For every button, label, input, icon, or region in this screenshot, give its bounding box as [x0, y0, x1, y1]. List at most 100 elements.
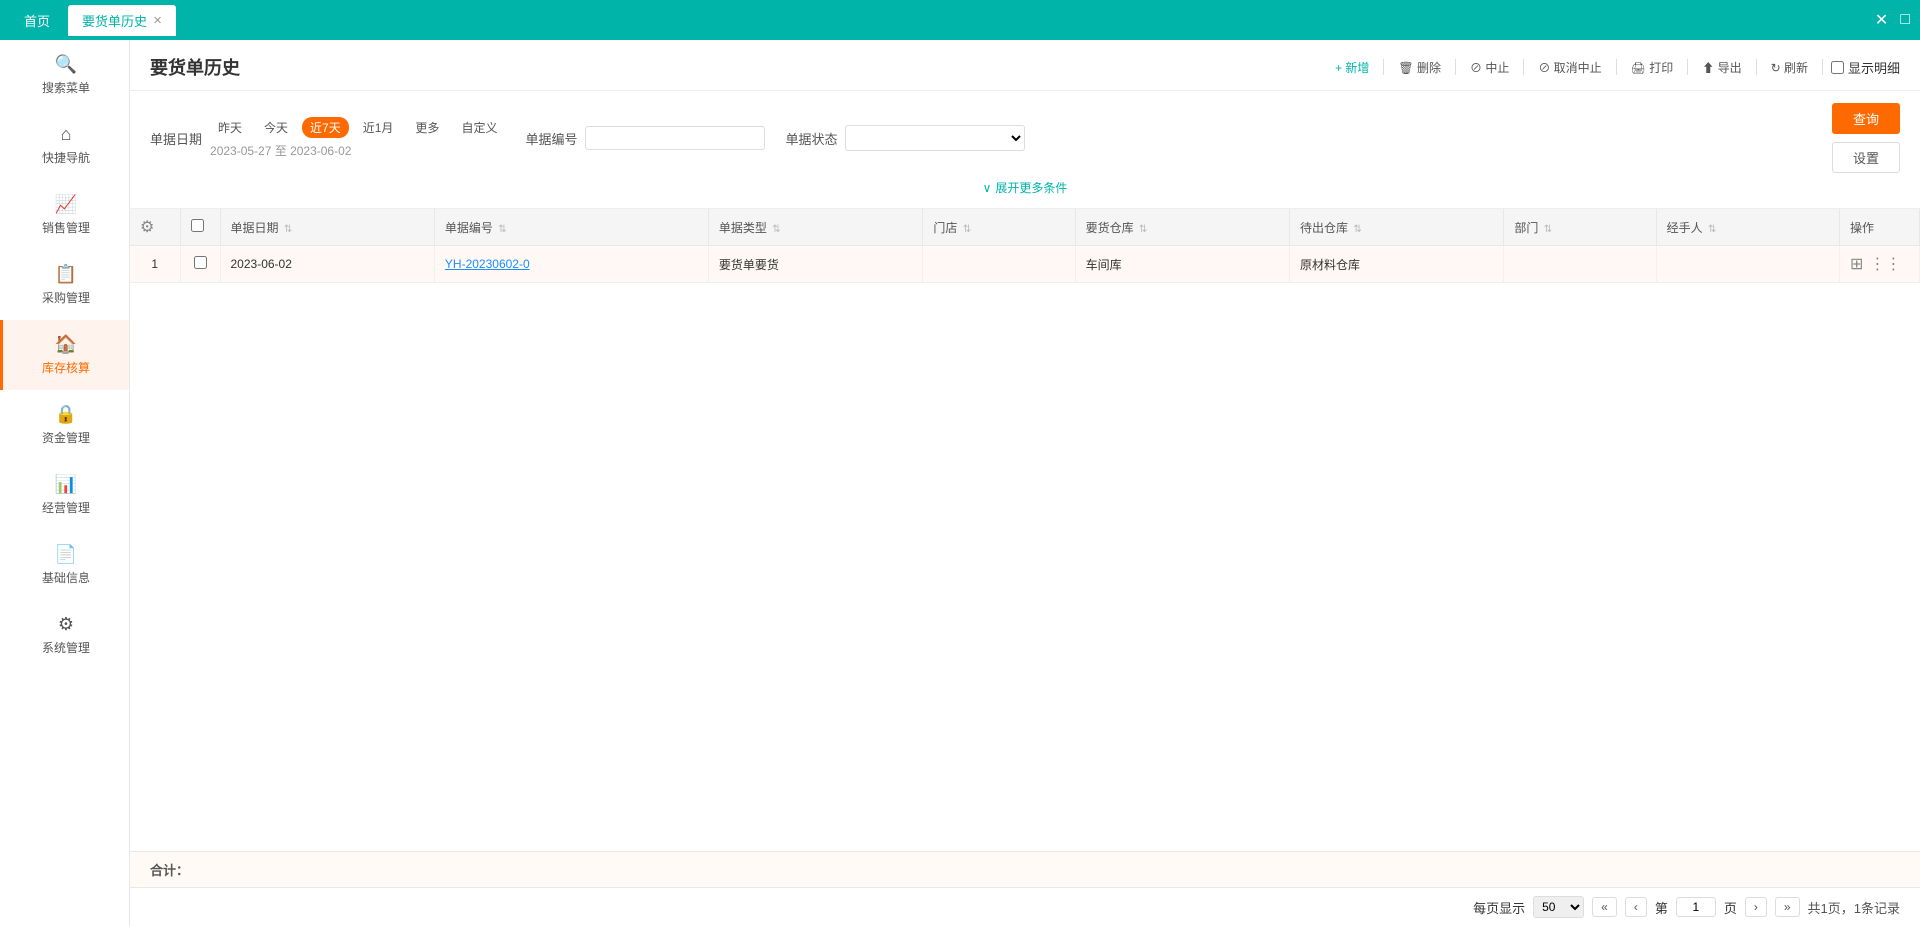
tab-close-icon[interactable]: ✕ — [153, 14, 162, 27]
td-checkbox — [180, 246, 220, 283]
table-settings-icon[interactable]: ⚙ — [140, 219, 154, 236]
sidebar-item-quick-nav[interactable]: ⌂ 快捷导航 — [0, 110, 129, 180]
expand-more-label: 展开更多条件 — [995, 179, 1067, 196]
print-button[interactable]: 🖨 打印 — [1625, 56, 1680, 79]
delete-button[interactable]: 🗑 删除 — [1392, 56, 1447, 79]
sidebar-item-inventory[interactable]: 🏠 库存核算 — [0, 320, 129, 390]
tab-home-label: 首页 — [24, 11, 50, 30]
query-button[interactable]: 查询 — [1832, 103, 1900, 134]
per-page-select[interactable]: 50 100 — [1533, 896, 1584, 918]
pill-1month[interactable]: 近1月 — [355, 117, 402, 138]
finance-mgmt-icon: 🔒 — [55, 404, 77, 425]
window-maximize-icon[interactable]: □ — [1900, 11, 1910, 29]
td-no: YH-20230602-0 — [434, 246, 708, 283]
show-detail-checkbox-wrap[interactable]: 显示明细 — [1831, 58, 1900, 77]
th-pending-warehouse: 待出仓库 ⇅ — [1289, 209, 1503, 246]
th-checkbox — [180, 209, 220, 246]
status-select[interactable] — [845, 125, 1025, 151]
date-pills: 昨天 今天 近7天 近1月 更多 自定义 — [210, 117, 505, 138]
td-pending-warehouse: 原材料仓库 — [1289, 246, 1503, 283]
window-close-icon[interactable]: ✕ — [1875, 10, 1888, 30]
row-req-warehouse: 车间库 — [1086, 258, 1122, 272]
sidebar-item-sys-mgmt-label: 系统管理 — [42, 639, 90, 656]
purchase-mgmt-icon: 📋 — [55, 264, 77, 285]
status-filter: 单据状态 — [785, 125, 1025, 151]
more-icon[interactable]: ⋮⋮ — [1869, 254, 1901, 274]
sidebar-item-basic-info[interactable]: 📄 基础信息 — [0, 530, 129, 600]
sidebar-item-purchase-mgmt[interactable]: 📋 采购管理 — [0, 250, 129, 320]
td-num: 1 — [130, 246, 180, 283]
table-row: 1 2023-06-02 YH-20230602-0 要货单要货 — [130, 246, 1920, 283]
expand-more[interactable]: ∨ 展开更多条件 — [150, 173, 1900, 196]
inventory-icon: 🏠 — [55, 334, 77, 355]
sidebar-item-ops-mgmt-label: 经营管理 — [42, 499, 90, 516]
first-page-btn[interactable]: « — [1592, 897, 1617, 917]
order-no-filter: 单据编号 — [525, 126, 765, 150]
date-pills-wrap: 昨天 今天 近7天 近1月 更多 自定义 2023-05-27 至 2023-0… — [210, 117, 505, 159]
date-filter-label: 单据日期 — [150, 129, 202, 148]
current-page-input[interactable] — [1676, 897, 1716, 917]
sort-pending-warehouse-icon[interactable]: ⇅ — [1353, 224, 1361, 235]
row-no-link[interactable]: YH-20230602-0 — [445, 257, 530, 271]
refresh-button[interactable]: ↻ 刷新 — [1765, 56, 1814, 79]
order-no-input[interactable] — [585, 126, 765, 150]
status-label: 单据状态 — [785, 129, 837, 148]
layout: 🔍 搜索菜单 ⌂ 快捷导航 📈 销售管理 📋 采购管理 🏠 库存核算 🔒 资金管… — [0, 40, 1920, 926]
select-all-checkbox[interactable] — [191, 219, 204, 232]
sidebar-item-finance-mgmt-label: 资金管理 — [42, 429, 90, 446]
th-no-label: 单据编号 — [445, 221, 493, 235]
th-no: 单据编号 ⇅ — [434, 209, 708, 246]
tab-home[interactable]: 首页 — [10, 5, 64, 36]
sep1 — [1383, 59, 1384, 75]
th-date: 单据日期 ⇅ — [220, 209, 434, 246]
order-no-label: 单据编号 — [525, 129, 577, 148]
th-handler: 经手人 ⇅ — [1656, 209, 1839, 246]
sep6 — [1756, 59, 1757, 75]
sort-no-icon[interactable]: ⇅ — [498, 224, 506, 235]
sort-store-icon[interactable]: ⇅ — [963, 224, 971, 235]
sep7 — [1822, 59, 1823, 75]
top-bar: 首页 要货单历史 ✕ ✕ □ — [0, 0, 1920, 40]
td-dept — [1504, 246, 1656, 283]
show-detail-label: 显示明细 — [1848, 58, 1900, 77]
last-page-btn[interactable]: » — [1775, 897, 1800, 917]
next-page-btn[interactable]: › — [1745, 897, 1767, 917]
sidebar-item-basic-info-label: 基础信息 — [42, 569, 90, 586]
row-checkbox[interactable] — [194, 256, 207, 269]
tab-order-history[interactable]: 要货单历史 ✕ — [68, 5, 176, 36]
pill-7days[interactable]: 近7天 — [302, 117, 349, 138]
sidebar-item-search-menu[interactable]: 🔍 搜索菜单 — [0, 40, 129, 110]
sidebar-item-finance-mgmt[interactable]: 🔒 资金管理 — [0, 390, 129, 460]
pill-today[interactable]: 今天 — [256, 117, 296, 138]
show-detail-checkbox[interactable] — [1831, 61, 1844, 74]
cancel-stop-button[interactable]: ⊘ 取消中止 — [1532, 56, 1607, 79]
view-icon[interactable]: ⊞ — [1850, 254, 1863, 274]
stop-button[interactable]: ⊘ 中止 — [1464, 56, 1515, 79]
sort-dept-icon[interactable]: ⇅ — [1544, 224, 1552, 235]
th-ops: 操作 — [1840, 209, 1920, 246]
page-title: 要货单历史 — [150, 54, 240, 80]
sidebar-item-sys-mgmt[interactable]: ⚙ 系统管理 — [0, 600, 129, 670]
sidebar-item-ops-mgmt[interactable]: 📊 经营管理 — [0, 460, 129, 530]
export-button[interactable]: ⬆ 导出 — [1696, 56, 1747, 79]
sep4 — [1616, 59, 1617, 75]
pill-more[interactable]: 更多 — [407, 117, 447, 138]
sidebar-item-sales-mgmt[interactable]: 📈 销售管理 — [0, 180, 129, 250]
sort-handler-icon[interactable]: ⇅ — [1708, 224, 1716, 235]
tab-list: 首页 要货单历史 ✕ — [10, 5, 1875, 36]
date-range-text: 2023-05-27 至 2023-06-02 — [210, 142, 505, 159]
th-pending-warehouse-label: 待出仓库 — [1300, 221, 1348, 235]
td-req-warehouse: 车间库 — [1075, 246, 1289, 283]
prev-page-btn[interactable]: ‹ — [1625, 897, 1647, 917]
sort-type-icon[interactable]: ⇅ — [772, 224, 780, 235]
add-button[interactable]: + 新增 — [1329, 56, 1375, 79]
sort-req-warehouse-icon[interactable]: ⇅ — [1139, 224, 1147, 235]
sep3 — [1523, 59, 1524, 75]
th-dept: 部门 ⇅ — [1504, 209, 1656, 246]
pill-yesterday[interactable]: 昨天 — [210, 117, 250, 138]
pill-custom[interactable]: 自定义 — [453, 117, 505, 138]
setting-button[interactable]: 设置 — [1832, 142, 1900, 173]
sort-date-icon[interactable]: ⇅ — [284, 224, 292, 235]
chevron-down-icon: ∨ — [983, 181, 992, 195]
th-req-warehouse: 要货仓库 ⇅ — [1075, 209, 1289, 246]
